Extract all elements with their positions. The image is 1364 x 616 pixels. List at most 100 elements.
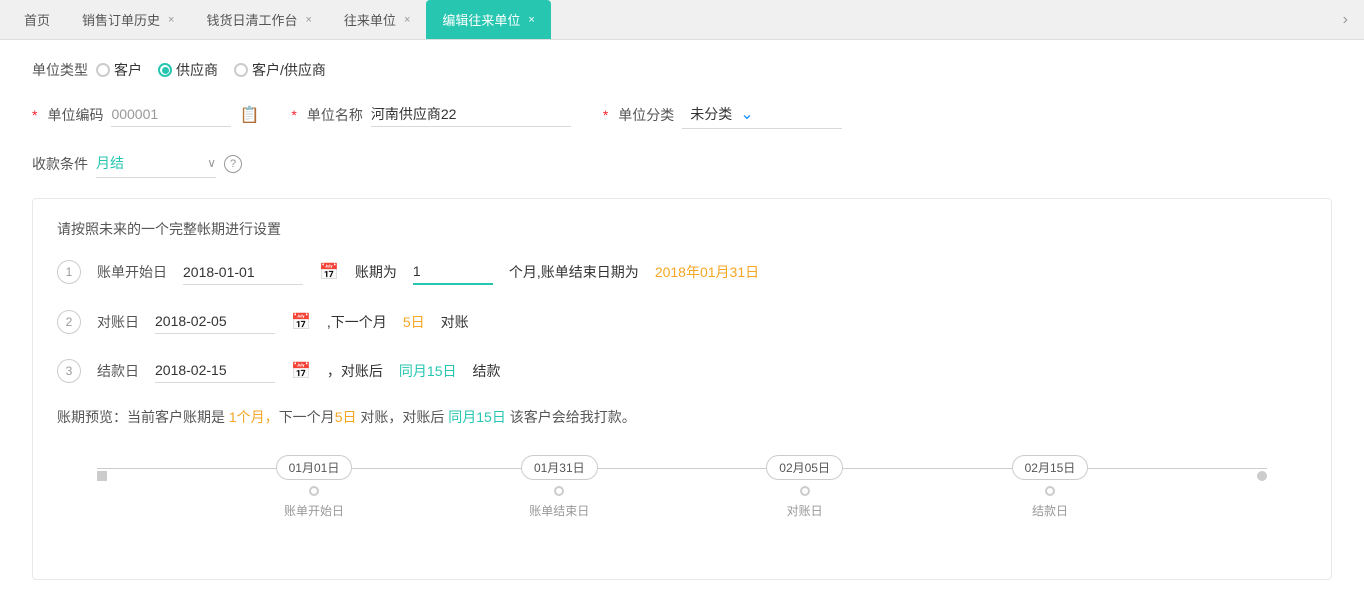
timeline-dot-1 — [309, 486, 319, 496]
section-title: 请按照未来的一个完整帐期进行设置 — [57, 219, 1307, 239]
step-3-cal-icon[interactable]: 📅 — [291, 361, 311, 381]
tab-more-button[interactable]: › — [1335, 11, 1356, 29]
payment-select[interactable]: 月结 ∨ — [96, 149, 216, 178]
timeline-badge-2: 01月31日 — [521, 455, 598, 480]
payment-field: 收款条件 月结 ∨ ? — [32, 149, 242, 178]
category-select[interactable]: 未分类 ⌄ — [682, 100, 842, 129]
preview-mid1: 下一个月 — [279, 409, 335, 425]
radio-customer[interactable]: 客户 — [96, 60, 142, 80]
step-3-row: 3 结款日 📅 ，对账后 同月15日 结款 — [57, 358, 1307, 383]
name-required: * — [291, 107, 296, 123]
radio-label-both: 客户/供应商 — [252, 60, 326, 80]
radio-supplier[interactable]: 供应商 — [158, 60, 218, 80]
unit-type-label: 单位类型 — [32, 60, 88, 80]
step-1-end-date: 2018年01月31日 — [655, 262, 759, 282]
tab-sales-history[interactable]: 销售订单历史 × — [66, 0, 190, 39]
step-3-num: 3 — [57, 359, 81, 383]
code-label: 单位编码 — [47, 105, 103, 125]
timeline-point-3: 02月05日 对账日 — [766, 455, 843, 519]
category-value: 未分类 — [690, 104, 732, 124]
category-required: * — [603, 107, 608, 123]
category-field: * 单位分类 未分类 ⌄ — [603, 100, 842, 129]
timeline-container: 01月01日 账单开始日 01月31日 账单结束日 02月05日 对账日 — [57, 447, 1307, 559]
preview-months: 1个月， — [229, 409, 279, 425]
radio-label-customer: 客户 — [114, 60, 142, 80]
step-1-label: 账单开始日 — [97, 262, 167, 282]
timeline-point-1: 01月01日 账单开始日 — [276, 455, 353, 519]
payment-dropdown-icon: ∨ — [199, 156, 216, 170]
timeline-label-2: 账单结束日 — [529, 502, 589, 519]
timeline-dot-3 — [800, 486, 810, 496]
step-2-highlight: 5日 — [403, 312, 425, 332]
timeline-point-4: 02月15日 结款日 — [1012, 455, 1089, 519]
payment-label: 收款条件 — [32, 154, 88, 174]
tab-home[interactable]: 首页 — [8, 0, 66, 39]
name-input[interactable] — [371, 102, 571, 127]
name-field: * 单位名称 — [291, 102, 570, 127]
radio-both[interactable]: 客户/供应商 — [234, 60, 326, 80]
payment-row: 收款条件 月结 ∨ ? — [32, 149, 1332, 178]
tab-cash-work[interactable]: 钱货日清工作台 × — [190, 0, 327, 39]
timeline-start-dot — [97, 471, 107, 481]
code-copy-icon[interactable]: 📋 — [239, 105, 259, 125]
code-input[interactable] — [111, 102, 231, 127]
close-tab-sales-history[interactable]: × — [168, 14, 174, 26]
category-label: 单位分类 — [618, 105, 674, 125]
timeline-points: 01月01日 账单开始日 01月31日 账单结束日 02月05日 对账日 — [97, 455, 1267, 519]
close-tab-edit-partner[interactable]: × — [528, 14, 534, 26]
radio-label-supplier: 供应商 — [176, 60, 218, 80]
preview-mid2: 对账，对账后 — [356, 409, 448, 425]
close-tab-partner[interactable]: × — [404, 14, 410, 26]
step-1-date-input[interactable] — [183, 260, 303, 285]
payment-value: 月结 — [96, 153, 124, 173]
tab-bar: 首页 销售订单历史 × 钱货日清工作台 × 往来单位 × 编辑往来单位 × › — [0, 0, 1364, 40]
unit-type-field: 单位类型 客户 供应商 客户/供应商 — [32, 60, 326, 80]
step-2-date-input[interactable] — [155, 309, 275, 334]
preview-text: 账期预览：当前客户账期是 1个月，下一个月5日 对账，对账后 同月15日 该客户… — [57, 407, 1307, 427]
step-2-num: 2 — [57, 310, 81, 334]
timeline-badge-4: 02月15日 — [1012, 455, 1089, 480]
timeline-label-1: 账单开始日 — [284, 502, 344, 519]
step-1-suffix-post: 个月,账单结束日期为 — [509, 262, 639, 282]
step-1-cal-icon[interactable]: 📅 — [319, 262, 339, 282]
payment-help-icon[interactable]: ? — [224, 155, 242, 173]
timeline-point-2: 01月31日 账单结束日 — [521, 455, 598, 519]
step-2-suffix: 对账 — [441, 312, 469, 332]
preview-prefix: 账期预览：当前客户账期是 — [57, 409, 229, 425]
step-3-label: 结款日 — [97, 361, 139, 381]
unit-type-radio-group: 客户 供应商 客户/供应商 — [96, 60, 326, 80]
timeline-dot-4 — [1045, 486, 1055, 496]
step-3-prefix: ，对账后 — [327, 361, 383, 381]
radio-circle-customer — [96, 63, 110, 77]
preview-day-orange: 5日 — [335, 409, 357, 425]
months-input[interactable] — [413, 259, 493, 285]
timeline-badge-1: 01月01日 — [276, 455, 353, 480]
preview-day-teal: 同月15日 — [448, 409, 506, 425]
step-3-date-input[interactable] — [155, 358, 275, 383]
timeline-label-3: 对账日 — [787, 502, 823, 519]
step-1-suffix-pre: 账期为 — [355, 262, 397, 282]
step-3-highlight: 同月15日 — [399, 361, 457, 381]
step-1-num: 1 — [57, 260, 81, 284]
step-2-cal-icon[interactable]: 📅 — [291, 312, 311, 332]
timeline-dot-2 — [554, 486, 564, 496]
step-3-suffix: 结款 — [473, 361, 501, 381]
preview-suffix: 该客户会给我打款。 — [506, 409, 636, 425]
unit-type-row: 单位类型 客户 供应商 客户/供应商 — [32, 60, 1332, 80]
code-required: * — [32, 107, 37, 123]
radio-circle-both — [234, 63, 248, 77]
billing-section: 请按照未来的一个完整帐期进行设置 1 账单开始日 📅 账期为 个月,账单结束日期… — [32, 198, 1332, 580]
step-2-label: 对账日 — [97, 312, 139, 332]
timeline-end-dot — [1257, 471, 1267, 481]
timeline-badge-3: 02月05日 — [766, 455, 843, 480]
close-tab-cash-work[interactable]: × — [305, 14, 311, 26]
page-content: 单位类型 客户 供应商 客户/供应商 * 单位编码 — [0, 40, 1364, 616]
step-2-row: 2 对账日 📅 ,下一个月 5日 对账 — [57, 309, 1307, 334]
code-name-row: * 单位编码 📋 * 单位名称 * 单位分类 未分类 ⌄ — [32, 100, 1332, 129]
step-2-prefix: ,下一个月 — [327, 312, 387, 332]
step-1-row: 1 账单开始日 📅 账期为 个月,账单结束日期为 2018年01月31日 — [57, 259, 1307, 285]
tab-partner[interactable]: 往来单位 × — [328, 0, 426, 39]
timeline-label-4: 结款日 — [1032, 502, 1068, 519]
tab-edit-partner[interactable]: 编辑往来单位 × — [426, 0, 550, 39]
name-label: 单位名称 — [307, 105, 363, 125]
